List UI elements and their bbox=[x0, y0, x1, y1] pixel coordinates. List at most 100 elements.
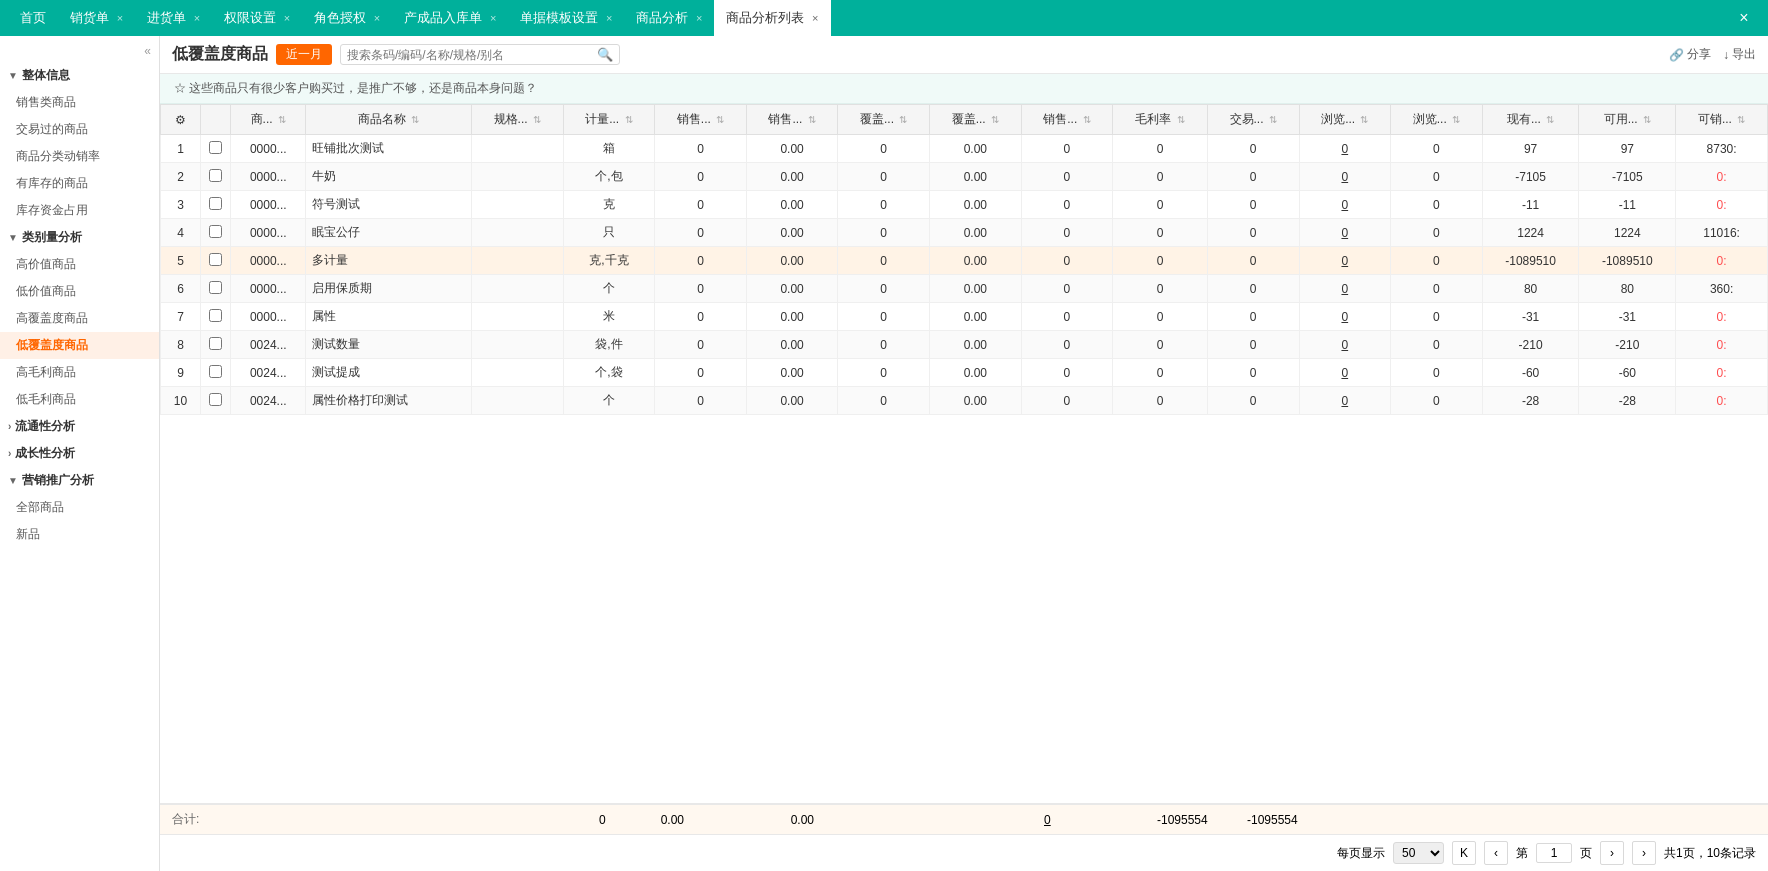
table-cell: 0 bbox=[1207, 331, 1299, 359]
last-page-button[interactable]: › bbox=[1632, 841, 1656, 865]
nav-close-role[interactable]: × bbox=[374, 12, 380, 24]
table-cell: 0 bbox=[838, 303, 930, 331]
window-close-button[interactable]: × bbox=[1728, 0, 1760, 36]
table-cell[interactable]: 0 bbox=[1299, 275, 1391, 303]
table-cell[interactable] bbox=[201, 163, 231, 191]
th-sellable[interactable]: 可销... ⇅ bbox=[1676, 105, 1768, 135]
sidebar-item-low-value[interactable]: 低价值商品 bbox=[0, 278, 159, 305]
th-available-stock[interactable]: 可用... ⇅ bbox=[1579, 105, 1676, 135]
nav-products[interactable]: 产成品入库单 × bbox=[392, 0, 508, 36]
nav-close-sales[interactable]: × bbox=[117, 12, 123, 24]
sidebar-item-all-goods[interactable]: 全部商品 bbox=[0, 494, 159, 521]
sidebar-item-has-stock[interactable]: 有库存的商品 bbox=[0, 170, 159, 197]
table-cell[interactable] bbox=[201, 359, 231, 387]
sidebar-item-traded-goods[interactable]: 交易过的商品 bbox=[0, 116, 159, 143]
table-cell[interactable]: 0 bbox=[1299, 219, 1391, 247]
table-cell: 0 bbox=[1021, 387, 1113, 415]
sidebar-item-sales-growth[interactable]: 商品分类动销率 bbox=[0, 143, 159, 170]
table-cell[interactable]: 0 bbox=[1299, 359, 1391, 387]
sidebar-group-marketing[interactable]: ▼ 营销推广分析 bbox=[0, 467, 159, 494]
arrow-icon-flow: › bbox=[8, 421, 11, 432]
sidebar-group-overall[interactable]: ▼ 整体信息 bbox=[0, 62, 159, 89]
sidebar-item-high-value[interactable]: 高价值商品 bbox=[0, 251, 159, 278]
table-cell: -7105 bbox=[1579, 163, 1676, 191]
table-cell[interactable] bbox=[201, 219, 231, 247]
nav-permissions[interactable]: 权限设置 × bbox=[212, 0, 302, 36]
table-cell[interactable]: 0 bbox=[1299, 247, 1391, 275]
export-button[interactable]: ↓ 导出 bbox=[1723, 46, 1756, 63]
table-cell[interactable]: 0 bbox=[1299, 387, 1391, 415]
table-cell[interactable]: 0 bbox=[1299, 331, 1391, 359]
share-button[interactable]: 🔗 分享 bbox=[1669, 46, 1711, 63]
next-page-button[interactable]: › bbox=[1600, 841, 1624, 865]
th-browse1[interactable]: 浏览... ⇅ bbox=[1299, 105, 1391, 135]
table-cell[interactable] bbox=[201, 387, 231, 415]
nav-close-purchase[interactable]: × bbox=[194, 12, 200, 24]
th-sales-amount[interactable]: 销售... ⇅ bbox=[746, 105, 838, 135]
table-cell: 0: bbox=[1676, 331, 1768, 359]
nav-purchase[interactable]: 进货单 × bbox=[135, 0, 212, 36]
table-cell[interactable]: 0 bbox=[1299, 191, 1391, 219]
th-transaction[interactable]: 交易... ⇅ bbox=[1207, 105, 1299, 135]
th-code[interactable]: 商... ⇅ bbox=[231, 105, 306, 135]
sidebar-item-low-coverage[interactable]: 低覆盖度商品 bbox=[0, 332, 159, 359]
th-sales-qty[interactable]: 销售... ⇅ bbox=[655, 105, 747, 135]
table-cell: 8 bbox=[161, 331, 201, 359]
table-cell[interactable]: 0 bbox=[1299, 135, 1391, 163]
sidebar-item-stock-occupy[interactable]: 库存资金占用 bbox=[0, 197, 159, 224]
table-cell[interactable]: 0 bbox=[1299, 163, 1391, 191]
nav-close-permissions[interactable]: × bbox=[284, 12, 290, 24]
table-cell[interactable] bbox=[201, 191, 231, 219]
th-coverage1[interactable]: 覆盖... ⇅ bbox=[838, 105, 930, 135]
table-cell[interactable]: 0 bbox=[1299, 303, 1391, 331]
th-settings[interactable]: ⚙ bbox=[161, 105, 201, 135]
page-number-input[interactable] bbox=[1536, 843, 1572, 863]
sidebar-group-growth[interactable]: › 成长性分析 bbox=[0, 440, 159, 467]
table-cell: 属性价格打印测试 bbox=[306, 387, 472, 415]
table-cell[interactable] bbox=[201, 135, 231, 163]
nav-analysis[interactable]: 商品分析 × bbox=[624, 0, 714, 36]
th-unit[interactable]: 计量... ⇅ bbox=[563, 105, 655, 135]
sidebar-item-low-profit[interactable]: 低毛利商品 bbox=[0, 386, 159, 413]
th-gross-margin[interactable]: 毛利率 ⇅ bbox=[1113, 105, 1208, 135]
table-cell[interactable] bbox=[201, 303, 231, 331]
sidebar-item-high-profit[interactable]: 高毛利商品 bbox=[0, 359, 159, 386]
page-size-select[interactable]: 50 10 20 100 bbox=[1393, 842, 1444, 864]
sidebar-group-quality[interactable]: ▼ 类别量分析 bbox=[0, 224, 159, 251]
table-cell: 0 bbox=[655, 219, 747, 247]
first-page-button[interactable]: K bbox=[1452, 841, 1476, 865]
sidebar-group-flow[interactable]: › 流通性分析 bbox=[0, 413, 159, 440]
nav-close-products[interactable]: × bbox=[490, 12, 496, 24]
sidebar-item-high-coverage[interactable]: 高覆盖度商品 bbox=[0, 305, 159, 332]
th-spec[interactable]: 规格... ⇅ bbox=[471, 105, 563, 135]
th-name[interactable]: 商品名称 ⇅ bbox=[306, 105, 472, 135]
table-cell[interactable] bbox=[201, 275, 231, 303]
table-cell[interactable] bbox=[201, 331, 231, 359]
nav-close-analysis[interactable]: × bbox=[696, 12, 702, 24]
table-cell: -31 bbox=[1579, 303, 1676, 331]
th-sales-days[interactable]: 销售... ⇅ bbox=[1021, 105, 1113, 135]
th-browse2[interactable]: 浏览... ⇅ bbox=[1391, 105, 1483, 135]
nav-home[interactable]: 首页 bbox=[8, 0, 58, 36]
table-cell[interactable] bbox=[201, 247, 231, 275]
prev-page-button[interactable]: ‹ bbox=[1484, 841, 1508, 865]
nav-sales[interactable]: 销货单 × bbox=[58, 0, 135, 36]
table-cell: 0 bbox=[655, 163, 747, 191]
table-cell: 0 bbox=[655, 135, 747, 163]
table-cell: 80 bbox=[1579, 275, 1676, 303]
filter-button[interactable]: 近一月 bbox=[276, 44, 332, 65]
nav-analysis-list[interactable]: 商品分析列表 × bbox=[714, 0, 830, 36]
th-current-stock[interactable]: 现有... ⇅ bbox=[1482, 105, 1579, 135]
sidebar-item-new-goods[interactable]: 新品 bbox=[0, 521, 159, 548]
nav-close-analysis-list[interactable]: × bbox=[812, 12, 818, 24]
sidebar-collapse-button[interactable]: « bbox=[0, 40, 159, 62]
page-size-label: 每页显示 bbox=[1337, 845, 1385, 862]
nav-templates[interactable]: 单据模板设置 × bbox=[508, 0, 624, 36]
nav-role[interactable]: 角色授权 × bbox=[302, 0, 392, 36]
th-coverage2[interactable]: 覆盖... ⇅ bbox=[930, 105, 1022, 135]
nav-close-templates[interactable]: × bbox=[606, 12, 612, 24]
footer-sales-qty: 0 bbox=[567, 813, 637, 827]
table-cell: 97 bbox=[1579, 135, 1676, 163]
search-input[interactable] bbox=[347, 48, 597, 62]
sidebar-item-sales-goods[interactable]: 销售类商品 bbox=[0, 89, 159, 116]
